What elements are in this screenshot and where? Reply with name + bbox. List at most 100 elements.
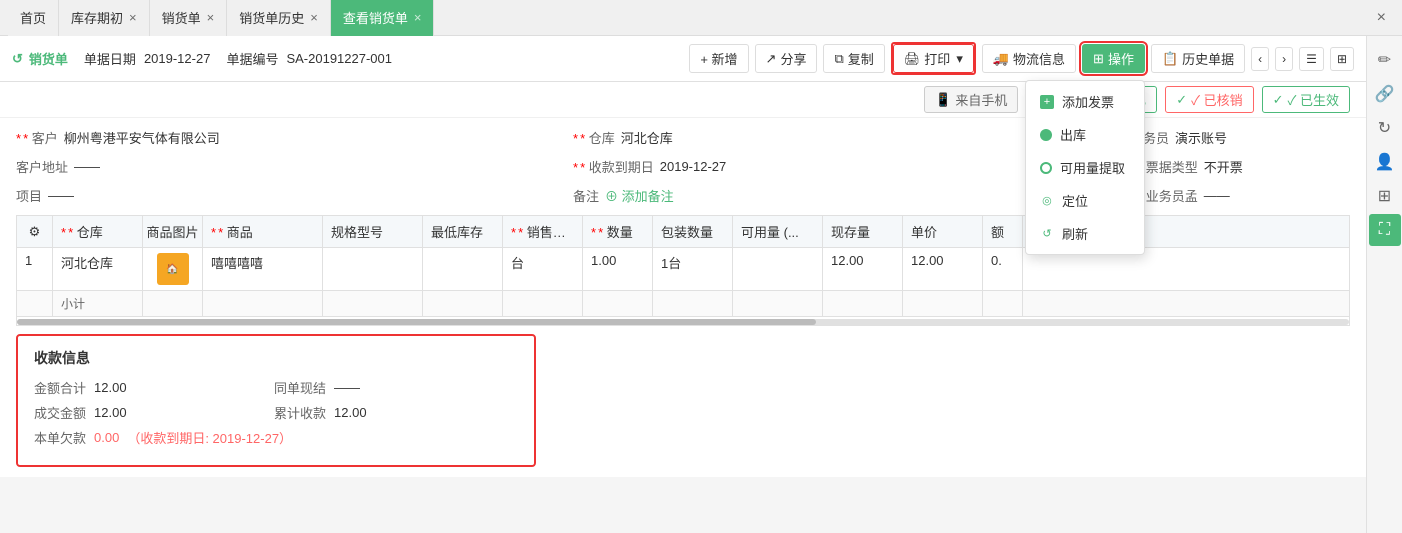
share-icon: ↗ <box>766 51 777 67</box>
add-invoice-icon: + <box>1040 95 1054 109</box>
warehouse-value: 河北仓库 <box>621 128 741 147</box>
row-minstock <box>423 248 503 290</box>
warehouse-column-header: * 仓库 <box>53 216 143 247</box>
menu-available-qty[interactable]: 可用量提取 <box>1026 151 1144 184</box>
due-date-field: * 收款到期日 2019-12-27 <box>573 157 793 176</box>
amount-total-field: 金额合计 12.00 <box>34 378 234 397</box>
print-icon: 🖨 <box>904 51 921 67</box>
form-area: * 客户 柳州粤港平安气体有限公司 * 仓库 河北仓库 业务员 演示账号 客户地… <box>0 118 1366 477</box>
share-button[interactable]: ↗ 分享 <box>755 44 818 73</box>
payment-title: 收款信息 <box>34 348 518 368</box>
menu-add-invoice[interactable]: + 添加发票 <box>1026 85 1144 118</box>
sidebar-link-icon[interactable]: 🔗 <box>1369 78 1401 110</box>
history-icon: 📋 <box>1162 51 1178 67</box>
subtotal-more <box>983 291 1023 316</box>
tab-inventory-close[interactable]: × <box>129 10 137 25</box>
row-pack: 1台 <box>653 248 733 290</box>
print-button-label: 打印 <box>924 49 950 68</box>
more-column-header: 额 <box>983 216 1023 247</box>
menu-refresh[interactable]: ↺ 刷新 <box>1026 217 1144 250</box>
menu-locate[interactable]: ◎ 定位 <box>1026 184 1144 217</box>
phone-icon: 📱 <box>935 92 951 108</box>
notes-add[interactable]: ⊕ 添加备注 <box>605 186 725 205</box>
payment-row-1: 金额合计 12.00 同单现结 —— <box>34 378 518 397</box>
payment-row-2: 成交金额 12.00 累计收款 12.00 <box>34 403 518 422</box>
sold-button[interactable]: ✓ ✓ 已核销 <box>1165 86 1253 113</box>
cumulative-receipt-label: 累计收款 <box>274 403 326 422</box>
print-operate-wrapper: 🖨 打印 ▾ <box>891 42 976 75</box>
layout-list-button[interactable]: ☰ <box>1299 47 1324 71</box>
tab-inventory-label: 库存期初 <box>71 8 123 27</box>
from-phone-button[interactable]: 📱 来自手机 <box>924 86 1018 113</box>
tab-sales-history[interactable]: 销货单历史 × <box>227 0 331 36</box>
table-header: ⚙ * 仓库 商品图片 * 商品 规格型号 最低库存 * 销售单位 * 数量 包… <box>17 216 1349 248</box>
product-image: 🏠 <box>157 253 189 285</box>
sidebar-expand-icon[interactable]: ⛶ <box>1369 214 1401 246</box>
print-button[interactable]: 🖨 打印 ▾ <box>893 44 974 73</box>
copy-icon: ⧉ <box>834 51 843 67</box>
img-column-header: 商品图片 <box>143 216 203 247</box>
print-dropdown-arrow: ▾ <box>956 51 963 67</box>
settings-column-header[interactable]: ⚙ <box>17 216 53 247</box>
operate-dropdown-menu: + 添加发票 出库 可用量提取 ◎ 定位 <box>1025 80 1145 255</box>
scroll-thumb <box>17 319 816 325</box>
operate-button[interactable]: ⊞ 操作 <box>1082 44 1145 73</box>
tab-sales-history-label: 销货单历史 <box>239 8 304 27</box>
menu-add-invoice-label: 添加发票 <box>1062 92 1114 111</box>
price-column-header: 单价 <box>903 216 983 247</box>
new-button[interactable]: + 新增 <box>689 44 748 73</box>
salesperson-field: * 业务员孟 —— <box>1130 186 1350 205</box>
layout-grid-button[interactable]: ⊞ <box>1330 47 1354 71</box>
tab-view-sales[interactable]: 查看销货单 × <box>331 0 435 36</box>
doc-date-label: 单据日期 2019-12-27 <box>84 49 211 68</box>
subtotal-stock <box>823 291 903 316</box>
sidebar-edit-icon[interactable]: ✏ <box>1369 44 1401 76</box>
sidebar-rotate-icon[interactable]: ↻ <box>1369 112 1401 144</box>
logistics-icon: 🚚 <box>993 51 1009 67</box>
locate-icon: ◎ <box>1040 194 1054 208</box>
tab-sales[interactable]: 销货单 × <box>150 0 228 36</box>
subtotal-label <box>17 291 53 316</box>
order-owed-suffix: （收款到期日: 2019-12-27） <box>127 428 292 447</box>
scroll-indicator[interactable] <box>17 319 1349 325</box>
customer-value: 柳州粤港平安气体有限公司 <box>64 128 220 147</box>
notes-field: 备注 ⊕ 添加备注 <box>573 186 793 205</box>
from-phone-label: 来自手机 <box>955 90 1007 109</box>
spec-column-header: 规格型号 <box>323 216 423 247</box>
tab-close-global[interactable]: × <box>1369 9 1394 27</box>
subtotal-unit <box>503 291 583 316</box>
doc-type: ↺ 销货单 <box>12 49 68 68</box>
deal-amount-value: 12.00 <box>94 405 127 420</box>
nav-prev-button[interactable]: ‹ <box>1251 47 1269 71</box>
subtotal-spec <box>323 291 423 316</box>
menu-outbound[interactable]: 出库 <box>1026 118 1144 151</box>
sidebar-user-icon[interactable]: 👤 <box>1369 146 1401 178</box>
sidebar-grid-icon[interactable]: ⊞ <box>1369 180 1401 212</box>
product-table: ⚙ * 仓库 商品图片 * 商品 规格型号 最低库存 * 销售单位 * 数量 包… <box>16 215 1350 326</box>
row-price: 12.00 <box>903 248 983 290</box>
address-field: 客户地址 —— <box>16 157 236 176</box>
operate-wrapper: ⊞ 操作 + 添加发票 出库 可用量提取 <box>1082 44 1145 73</box>
nav-next-button[interactable]: › <box>1275 47 1293 71</box>
history-button[interactable]: 📋 历史单据 <box>1151 44 1245 73</box>
row-spec <box>323 248 423 290</box>
warehouse-field: * 仓库 河北仓库 <box>573 128 793 147</box>
tab-inventory[interactable]: 库存期初 × <box>59 0 150 36</box>
tab-sales-close[interactable]: × <box>207 10 215 25</box>
available-qty-icon <box>1040 162 1052 174</box>
subtotal-pack <box>653 291 733 316</box>
effect-label: ✓ 已生效 <box>1288 90 1340 109</box>
order-owed-value: 0.00 <box>94 430 119 445</box>
menu-available-qty-label: 可用量提取 <box>1060 158 1125 177</box>
employee-field: 业务员 演示账号 <box>1130 128 1350 147</box>
tab-home[interactable]: 首页 <box>8 0 59 36</box>
status-row: 📱 来自手机 ● 未开票 ✓ 已 ✓ ✓ 已核销 ✓ ✓ 已生效 <box>0 82 1366 118</box>
payment-row-3: 本单欠款 0.00 （收款到期日: 2019-12-27） <box>34 428 518 447</box>
copy-button[interactable]: ⧉ 复制 <box>823 44 884 73</box>
tab-view-sales-close[interactable]: × <box>414 10 422 25</box>
effect-button[interactable]: ✓ ✓ 已生效 <box>1262 86 1350 113</box>
pack-column-header: 包装数量 <box>653 216 733 247</box>
logistics-button[interactable]: 🚚 物流信息 <box>982 44 1076 73</box>
project-field: 项目 —— <box>16 186 236 205</box>
tab-sales-history-close[interactable]: × <box>310 10 318 25</box>
